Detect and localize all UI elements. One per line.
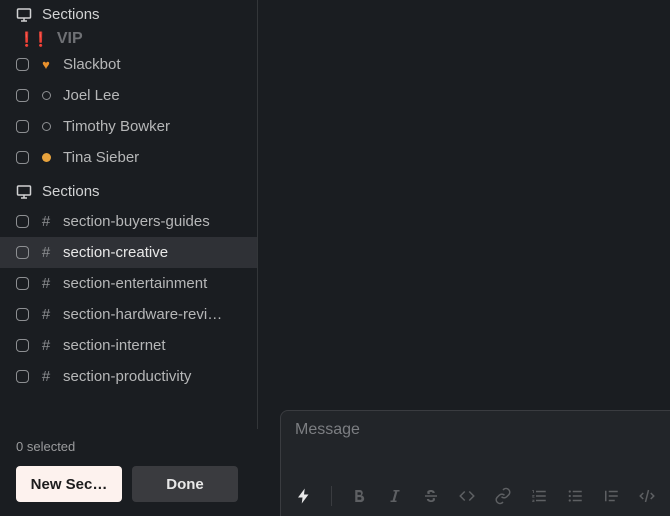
checkbox-icon[interactable]	[16, 370, 29, 383]
link-icon[interactable]	[494, 487, 512, 505]
sections-header-label: Sections	[42, 6, 100, 23]
dm-label: Timothy Bowker	[63, 118, 241, 135]
blockquote-icon[interactable]	[602, 487, 620, 505]
checkbox-icon[interactable]	[16, 89, 29, 102]
strikethrough-icon[interactable]	[422, 487, 440, 505]
checkbox-icon[interactable]	[16, 151, 29, 164]
hash-icon: #	[39, 244, 53, 261]
dm-row-tina[interactable]: Tina Sieber	[0, 142, 257, 173]
channel-row[interactable]: # section-hardware-revi…	[0, 299, 257, 330]
channel-label: section-entertainment	[63, 275, 241, 292]
checkbox-icon[interactable]	[16, 277, 29, 290]
channel-row[interactable]: # section-entertainment	[0, 268, 257, 299]
ordered-list-icon[interactable]	[530, 487, 548, 505]
checkbox-icon[interactable]	[16, 339, 29, 352]
channel-label: section-internet	[63, 337, 241, 354]
done-button[interactable]: Done	[132, 466, 238, 502]
channel-row[interactable]: # section-internet	[0, 330, 257, 361]
heart-icon: ♥	[39, 58, 53, 72]
checkbox-icon[interactable]	[16, 120, 29, 133]
selection-counter: 0 selected	[16, 439, 242, 454]
presence-offline-icon	[39, 89, 53, 103]
code-block-icon[interactable]	[638, 487, 656, 505]
checkbox-icon[interactable]	[16, 308, 29, 321]
checkbox-icon[interactable]	[16, 246, 29, 259]
channel-section-label: Sections	[42, 183, 100, 200]
channel-row[interactable]: # section-buyers-guides	[0, 206, 257, 237]
dm-row-slackbot[interactable]: ♥ Slackbot	[0, 49, 257, 80]
presence-away-icon	[39, 151, 53, 165]
channel-label: section-productivity	[63, 368, 241, 385]
code-icon[interactable]	[458, 487, 476, 505]
presence-offline-icon	[39, 120, 53, 134]
monitor-icon	[16, 7, 32, 23]
channel-row[interactable]: # section-creative	[0, 237, 257, 268]
channel-label: section-hardware-revi…	[63, 306, 241, 323]
bolt-icon[interactable]	[295, 487, 313, 505]
pin-icon: ❗❗	[18, 31, 47, 48]
dm-label: Tina Sieber	[63, 149, 241, 166]
monitor-icon	[16, 184, 32, 200]
vip-row-partial: ❗❗ VIP	[0, 29, 257, 49]
dm-row-timothy[interactable]: Timothy Bowker	[0, 111, 257, 142]
divider	[331, 486, 332, 506]
message-composer[interactable]: Message	[280, 410, 670, 516]
dm-label: Slackbot	[63, 56, 241, 73]
channel-label: section-buyers-guides	[63, 213, 241, 230]
checkbox-icon[interactable]	[16, 58, 29, 71]
hash-icon: #	[39, 275, 53, 292]
italic-icon[interactable]	[386, 487, 404, 505]
composer-toolbar	[281, 478, 670, 516]
hash-icon: #	[39, 337, 53, 354]
bullet-list-icon[interactable]	[566, 487, 584, 505]
dm-label: Joel Lee	[63, 87, 241, 104]
channel-label: section-creative	[63, 244, 241, 261]
hash-icon: #	[39, 368, 53, 385]
dm-row-joel[interactable]: Joel Lee	[0, 80, 257, 111]
hash-icon: #	[39, 306, 53, 323]
channel-section-header[interactable]: Sections	[0, 173, 257, 206]
bold-icon[interactable]	[350, 487, 368, 505]
hash-icon: #	[39, 213, 53, 230]
checkbox-icon[interactable]	[16, 215, 29, 228]
message-input[interactable]: Message	[281, 411, 670, 478]
new-section-button[interactable]: New Sec…	[16, 466, 122, 502]
sections-header[interactable]: Sections	[0, 0, 257, 29]
channel-row[interactable]: # section-productivity	[0, 361, 257, 392]
